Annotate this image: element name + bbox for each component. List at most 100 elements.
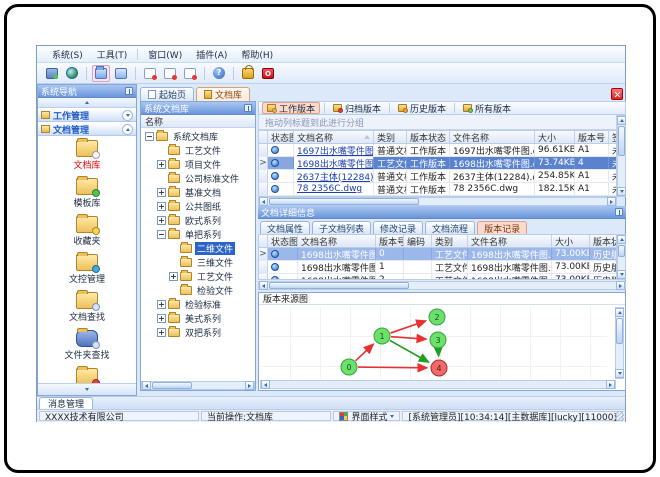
- version-filter-2-button[interactable]: 归档版本: [329, 102, 385, 115]
- sidebar-item-document-library[interactable]: 文档库: [38, 138, 136, 171]
- sidebar-item-favorites[interactable]: 收藏夹: [38, 214, 136, 247]
- expand-icon[interactable]: [157, 187, 166, 197]
- tree-node[interactable]: 单把系列: [141, 227, 255, 241]
- scroll-left-button[interactable]: [259, 281, 268, 290]
- sidebar-item-checked-out-docs[interactable]: 签出的文档: [38, 366, 136, 383]
- column-header-7[interactable]: 大小: [552, 235, 590, 247]
- expand-icon[interactable]: [169, 271, 178, 281]
- detail-tab-2[interactable]: 子文档列表: [312, 221, 372, 235]
- expand-button[interactable]: [122, 109, 133, 121]
- version-filter-1-button[interactable]: 工作版本: [262, 102, 321, 115]
- column-header-3[interactable]: 类别: [374, 131, 407, 143]
- table-row[interactable]: 1698出水嘴零件图.dwg 2 工艺文件 1698出水嘴零件图.dwg 73.00KB…: [259, 274, 616, 279]
- resize-grip[interactable]: [614, 411, 624, 421]
- version-grid-vscrollbar[interactable]: [617, 234, 626, 280]
- column-header-8[interactable]: 版本状态: [590, 235, 616, 248]
- expand-icon[interactable]: [157, 215, 166, 225]
- tree-node[interactable]: 公共图纸: [141, 199, 255, 213]
- menu-item-5[interactable]: 帮助(H): [234, 47, 280, 62]
- scroll-up-button[interactable]: [615, 308, 624, 317]
- scroll-up-button[interactable]: [617, 116, 626, 125]
- table-row[interactable]: >1698出水嘴零件图.dwg0工艺文件1698出水嘴零件图.dwg73.00K…: [259, 248, 616, 261]
- detail-tab-4[interactable]: 文档流程: [425, 221, 476, 235]
- tree-node[interactable]: 公司标准文件: [141, 171, 255, 185]
- tab-doc-library[interactable]: 文档库: [196, 87, 251, 101]
- nav-collapse-strip[interactable]: [38, 98, 136, 108]
- group-by-bar[interactable]: 拖动列标题到此进行分组: [258, 115, 617, 130]
- table-row[interactable]: 1698出水嘴零件图.dwg1工艺文件1698出水嘴零件图.dwg73.00KB…: [259, 261, 616, 274]
- expand-icon[interactable]: [157, 327, 166, 337]
- pin-icon[interactable]: [244, 104, 252, 112]
- close-icon[interactable]: [611, 88, 623, 100]
- scroll-thumb[interactable]: [616, 318, 623, 344]
- tree-node[interactable]: 二维文件: [141, 241, 255, 255]
- power-button[interactable]: O: [259, 65, 277, 82]
- version-filter-3-button[interactable]: 历史版本: [394, 102, 450, 115]
- expand-icon[interactable]: [157, 313, 166, 323]
- tree-node[interactable]: 基准文档: [141, 185, 255, 199]
- sidebar-item-binoculars[interactable]: 文件夹查找: [38, 328, 136, 361]
- column-header-7[interactable]: 版本号: [575, 131, 609, 143]
- tree-node[interactable]: 系统文档库: [141, 129, 255, 143]
- column-header-6[interactable]: 文件名称: [468, 235, 552, 247]
- column-header-4[interactable]: 编码: [404, 235, 432, 247]
- scroll-thumb[interactable]: [152, 382, 192, 389]
- tree-node[interactable]: 工艺文件: [141, 143, 255, 157]
- open-folder-button[interactable]: [92, 64, 110, 82]
- sidebar-item-template-library[interactable]: 模板库: [38, 176, 136, 209]
- scroll-down-button[interactable]: [617, 270, 626, 279]
- sidebar-item-doc-control[interactable]: 文控管理: [38, 252, 136, 285]
- graph-vscrollbar[interactable]: [615, 307, 624, 379]
- scroll-thumb[interactable]: [618, 245, 625, 257]
- scroll-thumb[interactable]: [269, 282, 409, 289]
- scroll-left-button[interactable]: [261, 380, 270, 389]
- tree-node[interactable]: 工艺文件: [141, 269, 255, 283]
- scroll-down-button[interactable]: [617, 187, 626, 196]
- doc-new-button[interactable]: [141, 65, 159, 82]
- tree-node[interactable]: 检验标准: [141, 297, 255, 311]
- menu-item-3[interactable]: 窗口(W): [141, 47, 189, 62]
- column-header-5[interactable]: 文件名称: [450, 131, 535, 143]
- tab-message-management[interactable]: 消息管理: [39, 397, 94, 410]
- pin-icon[interactable]: [125, 87, 133, 95]
- table-row[interactable]: 2637主体(12284).dwg普通文档工作版本2637主体(12284).d…: [259, 170, 616, 183]
- pin-icon[interactable]: [615, 208, 623, 216]
- tree-hscrollbar[interactable]: [141, 381, 255, 390]
- lock-button[interactable]: [239, 64, 257, 82]
- scroll-left-button[interactable]: [142, 381, 151, 390]
- tree-node[interactable]: 项目文件: [141, 157, 255, 171]
- doc-delete-button[interactable]: [181, 65, 199, 82]
- detail-tab-1[interactable]: 文档属性: [260, 221, 311, 235]
- column-header-4[interactable]: 版本状态: [407, 131, 450, 143]
- version-filter-4-button[interactable]: 所有版本: [459, 102, 515, 115]
- collapse-icon[interactable]: [145, 131, 154, 141]
- scroll-down-button[interactable]: [615, 369, 624, 378]
- table-row[interactable]: >1698出水嘴零件图.dwg工艺文件工作版本1698出水嘴零件图.dwg73.…: [259, 157, 616, 170]
- scroll-thumb[interactable]: [269, 198, 419, 205]
- column-header-1[interactable]: 状态图: [268, 131, 294, 143]
- collapse-button[interactable]: [122, 123, 133, 135]
- column-header-2[interactable]: 文档名称: [298, 235, 376, 247]
- nav-group-doc[interactable]: 文档管理: [38, 122, 136, 136]
- column-header-8[interactable]: 签出状态: [609, 131, 616, 144]
- nav-group-work[interactable]: 工作管理: [38, 108, 136, 122]
- menu-item-2[interactable]: 工具(T): [90, 47, 135, 62]
- column-header-2[interactable]: 文档名称: [294, 131, 374, 143]
- table-row[interactable]: 1697出水嘴零件图.dwg普通文档工作版本1697出水嘴零件图.dwg96.6…: [259, 144, 616, 157]
- tab-start-page[interactable]: 起始页: [140, 87, 195, 101]
- scroll-right-button[interactable]: [607, 197, 616, 206]
- sidebar-item-doc-search[interactable]: 文档查找: [38, 290, 136, 323]
- collapse-icon[interactable]: [157, 229, 166, 239]
- scroll-right-button[interactable]: [245, 381, 254, 390]
- scroll-right-button[interactable]: [616, 281, 625, 290]
- table-row[interactable]: 78 2356C.dwg 普通文档工作版本 78 2356C.dwg 182.15KB…: [259, 183, 616, 196]
- help-button[interactable]: ?: [210, 65, 228, 82]
- expand-icon[interactable]: [157, 159, 166, 169]
- menu-item-1[interactable]: 系统(S): [45, 47, 90, 62]
- tree-node[interactable]: 双把系列: [141, 325, 255, 339]
- scroll-up-button[interactable]: [617, 235, 626, 244]
- column-header-1[interactable]: 状态图: [268, 235, 298, 247]
- tree-node[interactable]: 美式系列: [141, 311, 255, 325]
- doc-edit-button[interactable]: [161, 65, 179, 82]
- expand-icon[interactable]: [157, 201, 166, 211]
